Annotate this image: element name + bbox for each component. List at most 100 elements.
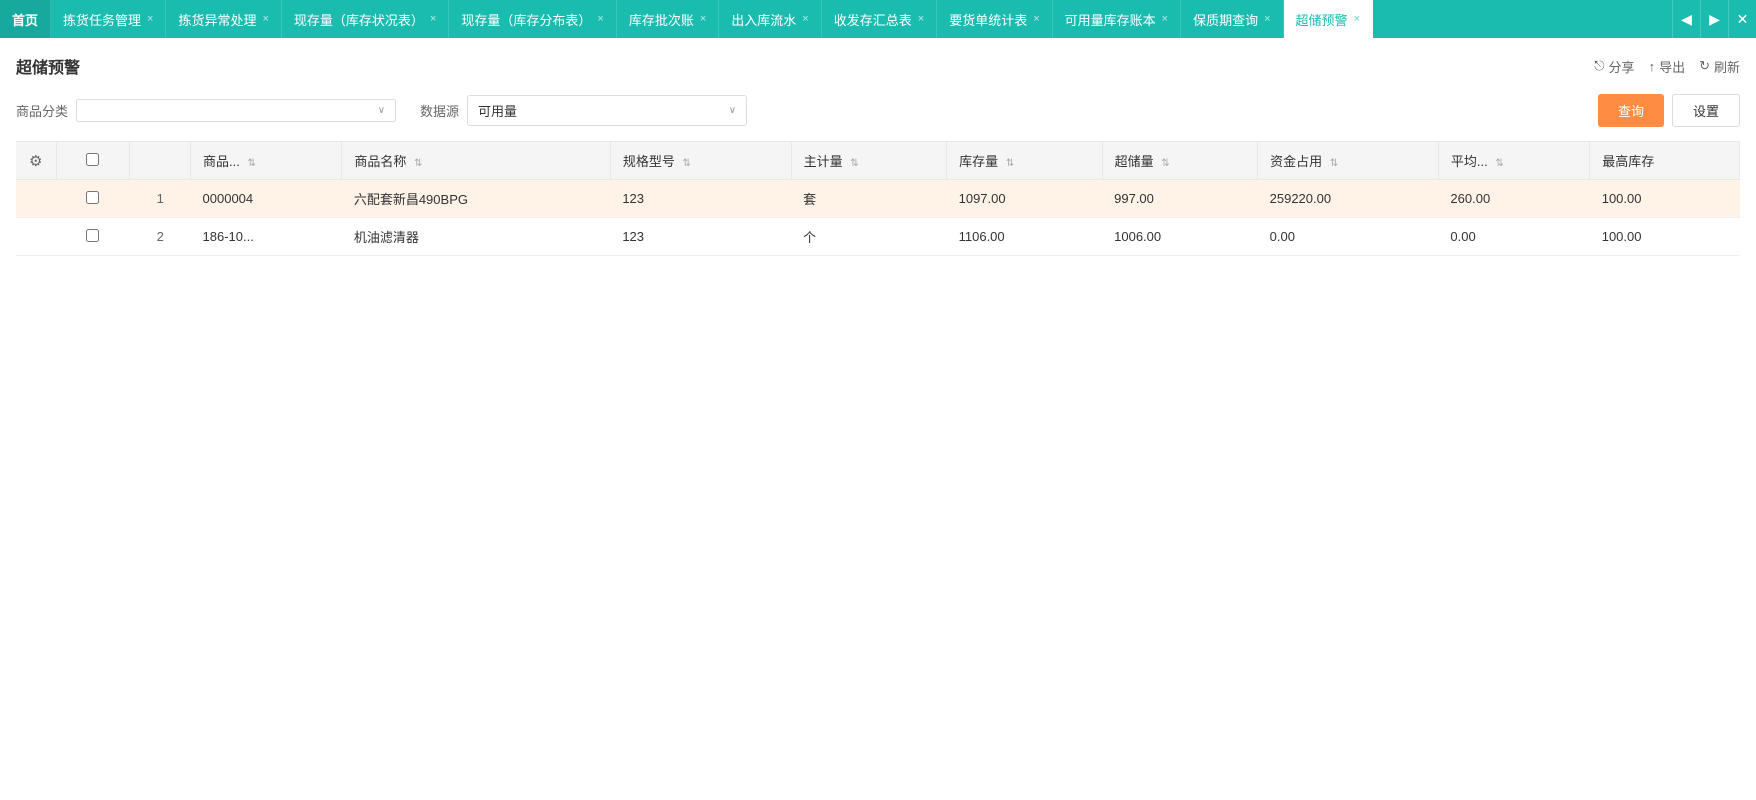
row-max-stock: 100.00 bbox=[1590, 218, 1740, 256]
row-stock: 1097.00 bbox=[947, 180, 1103, 218]
nav-inout-flow[interactable]: 出入库流水 × bbox=[719, 0, 821, 38]
page-content: 超储预警 ⎋ 分享 ↑ 导出 ↻ 刷新 商品分类 ∨ 数据源 bbox=[0, 38, 1756, 800]
row-gear-cell bbox=[16, 180, 56, 218]
gear-column-header[interactable]: ⚙ bbox=[16, 142, 56, 180]
nav-home[interactable]: 首页 bbox=[0, 0, 51, 38]
overstock-column-header[interactable]: 超储量 ⇅ bbox=[1102, 142, 1258, 180]
close-icon[interactable]: × bbox=[1354, 13, 1360, 25]
sort-icon: ⇅ bbox=[1495, 158, 1503, 169]
avg-label: 平均... bbox=[1451, 154, 1488, 169]
table-body: 1 0000004 六配套新昌490BPG 123 套 1097.00 997.… bbox=[16, 180, 1740, 256]
nav-inout-flow-label: 出入库流水 bbox=[731, 10, 796, 29]
nav-batch-account[interactable]: 库存批次账 × bbox=[617, 0, 719, 38]
close-icon[interactable]: × bbox=[597, 13, 603, 25]
spec-column-header[interactable]: 规格型号 ⇅ bbox=[610, 142, 791, 180]
close-icon[interactable]: × bbox=[1264, 13, 1270, 25]
row-product-name: 机油滤清器 bbox=[342, 218, 610, 256]
row-gear-cell bbox=[16, 218, 56, 256]
row-product-code: 186-10... bbox=[191, 218, 342, 256]
product-category-select[interactable]: ∨ bbox=[76, 99, 396, 122]
close-icon[interactable]: × bbox=[802, 13, 808, 25]
row-unit: 套 bbox=[791, 180, 947, 218]
row-checkbox[interactable] bbox=[86, 191, 99, 204]
row-avg: 260.00 bbox=[1438, 180, 1589, 218]
table-row: 2 186-10... 机油滤清器 123 个 1106.00 1006.00 … bbox=[16, 218, 1740, 256]
nav-collect-summary-label: 收发存汇总表 bbox=[834, 10, 912, 29]
chevron-down-icon: ∨ bbox=[378, 105, 385, 116]
nav-batch-account-label: 库存批次账 bbox=[629, 10, 694, 29]
nav-inventory-dist-label: 现存量（库存分布表） bbox=[461, 10, 591, 29]
capital-column-header[interactable]: 资金占用 ⇅ bbox=[1258, 142, 1439, 180]
row-capital: 259220.00 bbox=[1258, 180, 1439, 218]
filter-actions: 查询 设置 bbox=[1598, 94, 1740, 127]
nav-next-arrow[interactable]: ▶ bbox=[1700, 0, 1728, 38]
filter-product-category: 商品分类 ∨ bbox=[16, 99, 396, 122]
row-avg: 0.00 bbox=[1438, 218, 1589, 256]
nav-quality-check-label: 保质期查询 bbox=[1193, 10, 1258, 29]
product-category-label: 商品分类 bbox=[16, 101, 68, 120]
datasource-select[interactable]: 可用量 ∨ bbox=[467, 95, 747, 126]
sort-icon: ⇅ bbox=[850, 158, 858, 169]
nav-abnormal[interactable]: 拣货异常处理 × bbox=[166, 0, 281, 38]
checkbox-column-header bbox=[56, 142, 130, 180]
stock-label: 库存量 bbox=[959, 154, 998, 169]
nav-order-stat-label: 要货单统计表 bbox=[949, 10, 1027, 29]
gear-icon[interactable]: ⚙ bbox=[29, 153, 42, 170]
nav-available-account-label: 可用量库存账本 bbox=[1065, 10, 1156, 29]
nav-task-mgmt[interactable]: 拣货任务管理 × bbox=[51, 0, 166, 38]
avg-column-header[interactable]: 平均... ⇅ bbox=[1438, 142, 1589, 180]
table-row: 1 0000004 六配套新昌490BPG 123 套 1097.00 997.… bbox=[16, 180, 1740, 218]
row-seq: 1 bbox=[130, 180, 191, 218]
max-stock-label: 最高库存 bbox=[1602, 154, 1654, 169]
product-code-column-header[interactable]: 商品... ⇅ bbox=[191, 142, 342, 180]
sort-icon: ⇅ bbox=[1161, 158, 1169, 169]
capital-label: 资金占用 bbox=[1270, 154, 1322, 169]
close-icon[interactable]: × bbox=[147, 13, 153, 25]
export-button[interactable]: ↑ 导出 bbox=[1649, 57, 1686, 76]
nav-overstock-warning-label: 超储预警 bbox=[1296, 10, 1348, 29]
sort-icon: ⇅ bbox=[1330, 158, 1338, 169]
row-seq: 2 bbox=[130, 218, 191, 256]
nav-inventory-dist[interactable]: 现存量（库存分布表） × bbox=[449, 0, 616, 38]
refresh-button[interactable]: ↻ 刷新 bbox=[1699, 57, 1740, 76]
product-name-column-header[interactable]: 商品名称 ⇅ bbox=[342, 142, 610, 180]
query-button[interactable]: 查询 bbox=[1598, 94, 1664, 127]
export-label: 导出 bbox=[1659, 57, 1685, 76]
refresh-icon: ↻ bbox=[1699, 58, 1710, 74]
close-icon[interactable]: × bbox=[262, 13, 268, 25]
product-name-label: 商品名称 bbox=[354, 154, 406, 169]
close-icon[interactable]: × bbox=[1162, 13, 1168, 25]
nav-quality-check[interactable]: 保质期查询 × bbox=[1181, 0, 1283, 38]
stock-column-header[interactable]: 库存量 ⇅ bbox=[947, 142, 1103, 180]
close-icon[interactable]: × bbox=[430, 13, 436, 25]
row-checkbox[interactable] bbox=[86, 229, 99, 242]
close-icon[interactable]: × bbox=[918, 13, 924, 25]
nav-order-stat[interactable]: 要货单统计表 × bbox=[937, 0, 1052, 38]
unit-column-header[interactable]: 主计量 ⇅ bbox=[791, 142, 947, 180]
nav-available-account[interactable]: 可用量库存账本 × bbox=[1053, 0, 1181, 38]
nav-abnormal-label: 拣货异常处理 bbox=[178, 10, 256, 29]
row-stock: 1106.00 bbox=[947, 218, 1103, 256]
max-stock-column-header[interactable]: 最高库存 bbox=[1590, 142, 1740, 180]
settings-button[interactable]: 设置 bbox=[1672, 94, 1740, 127]
close-icon[interactable]: × bbox=[1033, 13, 1039, 25]
share-button[interactable]: ⎋ 分享 bbox=[1594, 57, 1634, 76]
nav-inventory-status[interactable]: 现存量（库存状况表） × bbox=[282, 0, 449, 38]
share-label: 分享 bbox=[1609, 57, 1635, 76]
page-header: 超储预警 ⎋ 分享 ↑ 导出 ↻ 刷新 bbox=[16, 54, 1740, 78]
row-capital: 0.00 bbox=[1258, 218, 1439, 256]
share-icon: ⎋ bbox=[1594, 58, 1604, 74]
top-navigation: 首页 拣货任务管理 × 拣货异常处理 × 现存量（库存状况表） × 现存量（库存… bbox=[0, 0, 1756, 38]
nav-prev-arrow[interactable]: ◀ bbox=[1672, 0, 1700, 38]
nav-close-all[interactable]: ✕ bbox=[1728, 0, 1756, 38]
row-checkbox-cell[interactable] bbox=[56, 180, 130, 218]
nav-task-mgmt-label: 拣货任务管理 bbox=[63, 10, 141, 29]
row-checkbox-cell[interactable] bbox=[56, 218, 130, 256]
close-icon[interactable]: × bbox=[700, 13, 706, 25]
nav-overstock-warning[interactable]: 超储预警 × bbox=[1284, 0, 1373, 38]
nav-home-label: 首页 bbox=[12, 10, 38, 29]
nav-collect-summary[interactable]: 收发存汇总表 × bbox=[822, 0, 937, 38]
select-all-checkbox[interactable] bbox=[86, 153, 99, 166]
chevron-down-icon: ∨ bbox=[729, 105, 736, 116]
product-code-label: 商品... bbox=[203, 154, 240, 169]
